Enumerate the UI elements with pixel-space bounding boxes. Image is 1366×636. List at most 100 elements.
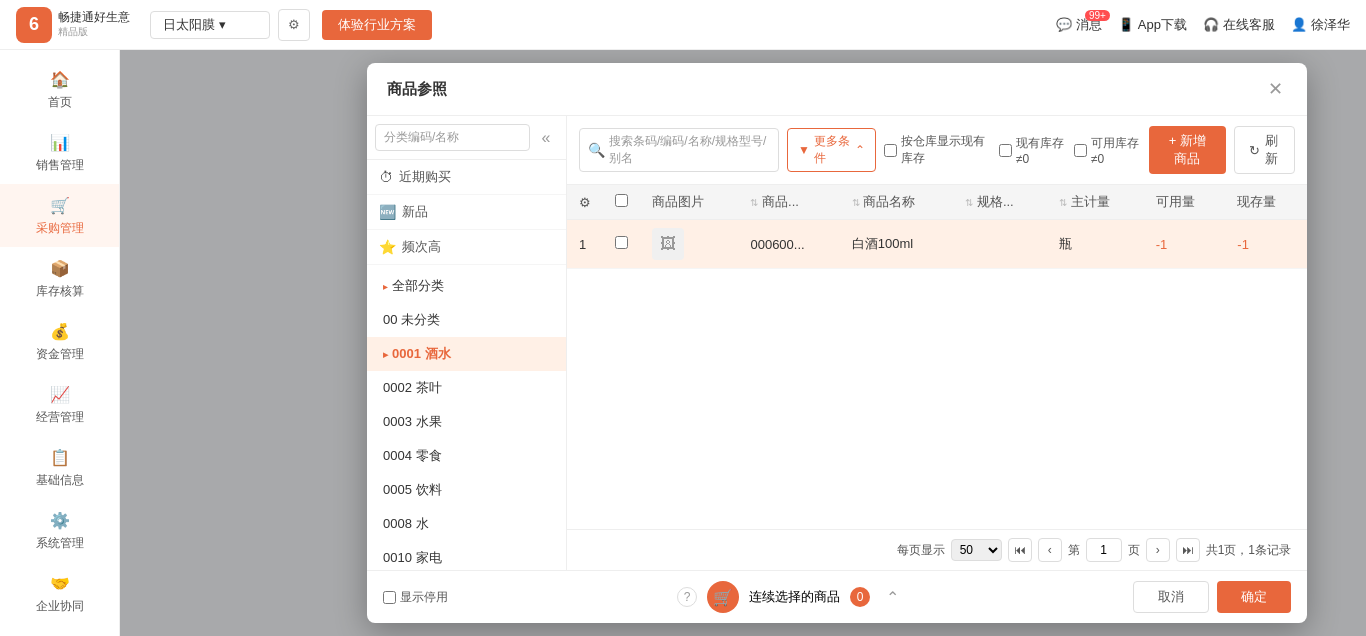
sidebar-label-home: 首页 — [48, 94, 72, 111]
col-image-label: 商品图片 — [652, 194, 704, 209]
recent-purchase-nav[interactable]: ⏱ 近期购买 — [367, 160, 566, 195]
category-beverage[interactable]: 0005 饮料 — [367, 473, 566, 507]
sidebar-item-inventory[interactable]: 📦 库存核算 — [0, 247, 119, 310]
show-disabled-checkbox[interactable]: 显示停用 — [383, 589, 448, 606]
next-page-button[interactable]: › — [1146, 538, 1170, 562]
stock-by-warehouse-input[interactable] — [884, 144, 897, 157]
column-settings-icon[interactable]: ⚙ — [579, 195, 591, 210]
row-check[interactable] — [603, 220, 640, 269]
select-all-checkbox[interactable] — [615, 194, 628, 207]
cart-icon-button[interactable]: 🛒 — [707, 581, 739, 613]
online-service-item[interactable]: 🎧 在线客服 — [1203, 16, 1275, 34]
trial-button[interactable]: 体验行业方案 — [322, 10, 432, 40]
table-row[interactable]: 1 🖼 000600... — [567, 220, 1307, 269]
current-stock-checkbox[interactable]: 现有库存≠0 — [999, 135, 1066, 166]
confirm-button[interactable]: 确定 — [1217, 581, 1291, 613]
available-stock-checkbox[interactable]: 可用库存≠0 — [1074, 135, 1141, 166]
row-checkbox[interactable] — [615, 236, 628, 249]
settings-icon[interactable]: ⚙ — [278, 9, 310, 41]
user-item[interactable]: 👤 徐泽华 — [1291, 16, 1350, 34]
category-all[interactable]: ▸ 全部分类 — [367, 269, 566, 303]
col-name[interactable]: ⇅ 商品名称 — [840, 185, 954, 220]
col-code[interactable]: ⇅ 商品... — [738, 185, 839, 220]
add-product-button[interactable]: + 新增商品 — [1149, 126, 1225, 174]
nav-title-selector[interactable]: 日太阳膜 — [150, 11, 270, 39]
modal-title: 商品参照 — [387, 80, 447, 99]
sidebar-item-guide[interactable]: 🎯 新手引导 — [0, 625, 119, 636]
page-size-select[interactable]: 50 10 20 100 — [951, 539, 1002, 561]
sidebar-item-finance[interactable]: 💰 资金管理 — [0, 310, 119, 373]
category-appliance[interactable]: 0010 家电 — [367, 541, 566, 570]
message-item[interactable]: 💬 消息 99+ — [1056, 16, 1102, 34]
filter-button[interactable]: ▼ 更多条件 ⌃ — [787, 128, 876, 172]
row-unit: 瓶 — [1047, 220, 1144, 269]
sidebar-item-purchase[interactable]: 🛒 采购管理 — [0, 184, 119, 247]
sidebar-item-basic-info[interactable]: 📋 基础信息 — [0, 436, 119, 499]
footer-collapse-icon[interactable]: ⌃ — [880, 585, 904, 609]
first-page-button[interactable]: ⏮ — [1008, 538, 1032, 562]
new-product-nav[interactable]: 🆕 新品 — [367, 195, 566, 230]
sidebar-item-enterprise[interactable]: 🤝 企业协同 — [0, 562, 119, 625]
col-unit-label: 主计量 — [1071, 194, 1110, 209]
sidebar-item-operations[interactable]: 📈 经营管理 — [0, 373, 119, 436]
sidebar-item-sales[interactable]: 📊 销售管理 — [0, 121, 119, 184]
sidebar-label-system: 系统管理 — [36, 535, 84, 552]
last-page-button[interactable]: ⏭ — [1176, 538, 1200, 562]
modal-footer: 显示停用 ? 🛒 连续选择的商品 0 ⌃ 取消 确定 — [367, 570, 1307, 623]
content-area: 商品参照 ✕ 分类编码/名称 « ⏱ 近期购买 — [120, 50, 1366, 636]
modal-close-button[interactable]: ✕ — [1263, 77, 1287, 101]
col-stock[interactable]: 现存量 — [1225, 185, 1307, 220]
col-unit[interactable]: ⇅ 主计量 — [1047, 185, 1144, 220]
category-fruit-label: 0003 水果 — [383, 413, 442, 431]
left-panel-top: 分类编码/名称 « — [367, 116, 566, 160]
refresh-button[interactable]: ↻ 刷新 — [1234, 126, 1295, 174]
cart-count-badge: 0 — [850, 587, 870, 607]
category-all-label: 全部分类 — [392, 277, 444, 295]
category-uncategorized-label: 00 未分类 — [383, 311, 440, 329]
current-stock-input[interactable] — [999, 144, 1012, 157]
search-icon: 🔍 — [588, 142, 605, 158]
col-stock-label: 现存量 — [1237, 194, 1276, 209]
current-page-input[interactable] — [1086, 538, 1122, 562]
col-available[interactable]: 可用量 — [1144, 185, 1226, 220]
modal-toolbar: 🔍 搜索条码/编码/名称/规格型号/别名 ▼ 更多条件 ⌃ 按仓库显示现有库存 — [567, 116, 1307, 185]
category-snack[interactable]: 0004 零食 — [367, 439, 566, 473]
available-stock-input[interactable] — [1074, 144, 1087, 157]
chevron-down-icon — [219, 17, 226, 32]
stock-by-warehouse-checkbox[interactable]: 按仓库显示现有库存 — [884, 133, 991, 167]
row-code: 000600... — [738, 220, 839, 269]
category-tea[interactable]: 0002 茶叶 — [367, 371, 566, 405]
col-check[interactable] — [603, 185, 640, 220]
app-download-item[interactable]: 📱 App下载 — [1118, 16, 1187, 34]
enterprise-icon: 🤝 — [49, 572, 71, 594]
sort-name-icon: ⇅ — [852, 197, 860, 208]
col-spec[interactable]: ⇅ 规格... — [953, 185, 1047, 220]
sidebar-label-purchase: 采购管理 — [36, 220, 84, 237]
category-water[interactable]: 0008 水 — [367, 507, 566, 541]
product-reference-modal: 商品参照 ✕ 分类编码/名称 « ⏱ 近期购买 — [367, 63, 1307, 623]
cancel-button[interactable]: 取消 — [1133, 581, 1209, 613]
new-product-label: 新品 — [402, 203, 428, 221]
category-search-input[interactable]: 分类编码/名称 — [375, 124, 530, 151]
headset-icon: 🎧 — [1203, 17, 1219, 32]
stock-by-warehouse-label: 按仓库显示现有库存 — [901, 133, 991, 167]
category-uncategorized[interactable]: 00 未分类 — [367, 303, 566, 337]
collapse-button[interactable]: « — [534, 126, 558, 150]
refresh-icon: ↻ — [1249, 143, 1260, 158]
product-search-input[interactable]: 🔍 搜索条码/编码/名称/规格型号/别名 — [579, 128, 779, 172]
prev-page-button[interactable]: ‹ — [1038, 538, 1062, 562]
category-liquor[interactable]: ▸ 0001 酒水 — [367, 337, 566, 371]
col-settings[interactable]: ⚙ — [567, 185, 603, 220]
username-label: 徐泽华 — [1311, 16, 1350, 34]
show-disabled-input[interactable] — [383, 591, 396, 604]
category-fruit[interactable]: 0003 水果 — [367, 405, 566, 439]
help-icon[interactable]: ? — [677, 587, 697, 607]
operations-icon: 📈 — [49, 383, 71, 405]
row-stock: -1 — [1225, 220, 1307, 269]
filter-label: 更多条件 — [814, 133, 851, 167]
high-frequency-nav[interactable]: ⭐ 频次高 — [367, 230, 566, 265]
sidebar-item-home[interactable]: 🏠 首页 — [0, 58, 119, 121]
navbar: 6 畅捷通好生意 精品版 日太阳膜 ⚙ 体验行业方案 💬 消息 99+ 📱 Ap… — [0, 0, 1366, 50]
sidebar-item-system[interactable]: ⚙️ 系统管理 — [0, 499, 119, 562]
recent-icon: ⏱ — [379, 169, 393, 185]
